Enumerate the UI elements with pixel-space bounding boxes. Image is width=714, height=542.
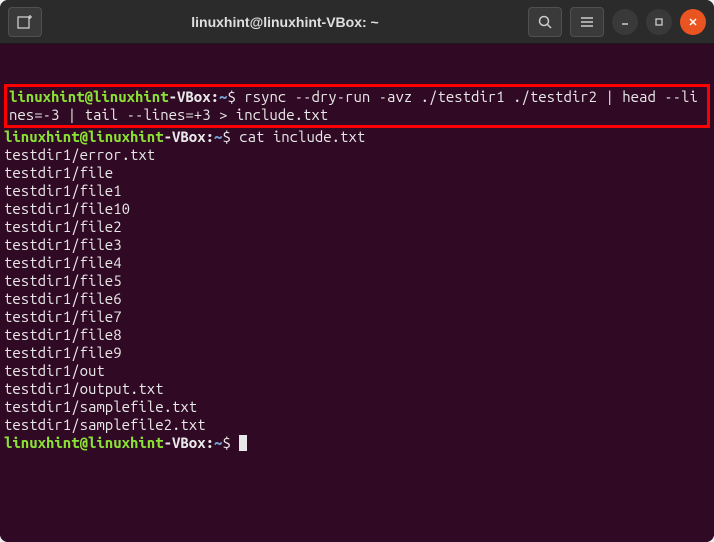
prompt-colon: :: [206, 128, 214, 145]
new-tab-icon: [16, 13, 34, 31]
prompt-dollar: $: [227, 88, 235, 105]
prompt-dollar: $: [222, 128, 230, 145]
prompt-user: linuxhint@linuxhint: [9, 88, 169, 105]
output-line: testdir1/file2: [4, 218, 710, 236]
output-line: testdir1/file: [4, 164, 710, 182]
output-line: testdir1/file5: [4, 272, 710, 290]
output-line: testdir1/file4: [4, 254, 710, 272]
output-line: testdir1/file6: [4, 290, 710, 308]
prompt-user: linuxhint@linuxhint: [4, 434, 164, 451]
highlighted-command: linuxhint@linuxhint-VBox:~$ rsync --dry-…: [4, 84, 710, 128]
titlebar: linuxhint@linuxhint-VBox: ~: [0, 0, 714, 44]
output-line: testdir1/file3: [4, 236, 710, 254]
minimize-button[interactable]: [612, 9, 638, 35]
output-line: testdir1/file10: [4, 200, 710, 218]
command-3: [231, 434, 239, 451]
prompt-host: -VBox: [164, 434, 206, 451]
prompt-user: linuxhint@linuxhint: [4, 128, 164, 145]
search-icon: [537, 14, 553, 30]
output-line: testdir1/samplefile2.txt: [4, 416, 710, 434]
search-button[interactable]: [528, 7, 562, 37]
output-line: testdir1/out: [4, 362, 710, 380]
output-line: testdir1/file8: [4, 326, 710, 344]
terminal-window: linuxhint@linuxhint-VBox: ~: [0, 0, 714, 542]
maximize-icon: [653, 16, 665, 28]
command-2: cat include.txt: [231, 128, 365, 145]
hamburger-icon: [579, 14, 595, 30]
menu-button[interactable]: [570, 7, 604, 37]
prompt-host: -VBox: [169, 88, 211, 105]
window-title: linuxhint@linuxhint-VBox: ~: [50, 14, 520, 30]
close-button[interactable]: [680, 9, 706, 35]
titlebar-left: [8, 7, 42, 37]
cursor: [239, 435, 247, 451]
prompt-colon: :: [211, 88, 219, 105]
minimize-icon: [619, 16, 631, 28]
titlebar-right: [528, 7, 706, 37]
output-line: testdir1/error.txt: [4, 146, 710, 164]
prompt-colon: :: [206, 434, 214, 451]
close-icon: [687, 16, 699, 28]
output-line: testdir1/file9: [4, 344, 710, 362]
output-line: testdir1/output.txt: [4, 380, 710, 398]
maximize-button[interactable]: [646, 9, 672, 35]
prompt-host: -VBox: [164, 128, 206, 145]
command-line-3: linuxhint@linuxhint-VBox:~$: [4, 434, 710, 452]
terminal-body[interactable]: linuxhint@linuxhint-VBox:~$ rsync --dry-…: [0, 44, 714, 542]
output-line: testdir1/file1: [4, 182, 710, 200]
new-tab-button[interactable]: [8, 7, 42, 37]
prompt-dollar: $: [222, 434, 230, 451]
output-line: testdir1/samplefile.txt: [4, 398, 710, 416]
output-line: testdir1/file7: [4, 308, 710, 326]
command-line-2: linuxhint@linuxhint-VBox:~$ cat include.…: [4, 128, 710, 146]
